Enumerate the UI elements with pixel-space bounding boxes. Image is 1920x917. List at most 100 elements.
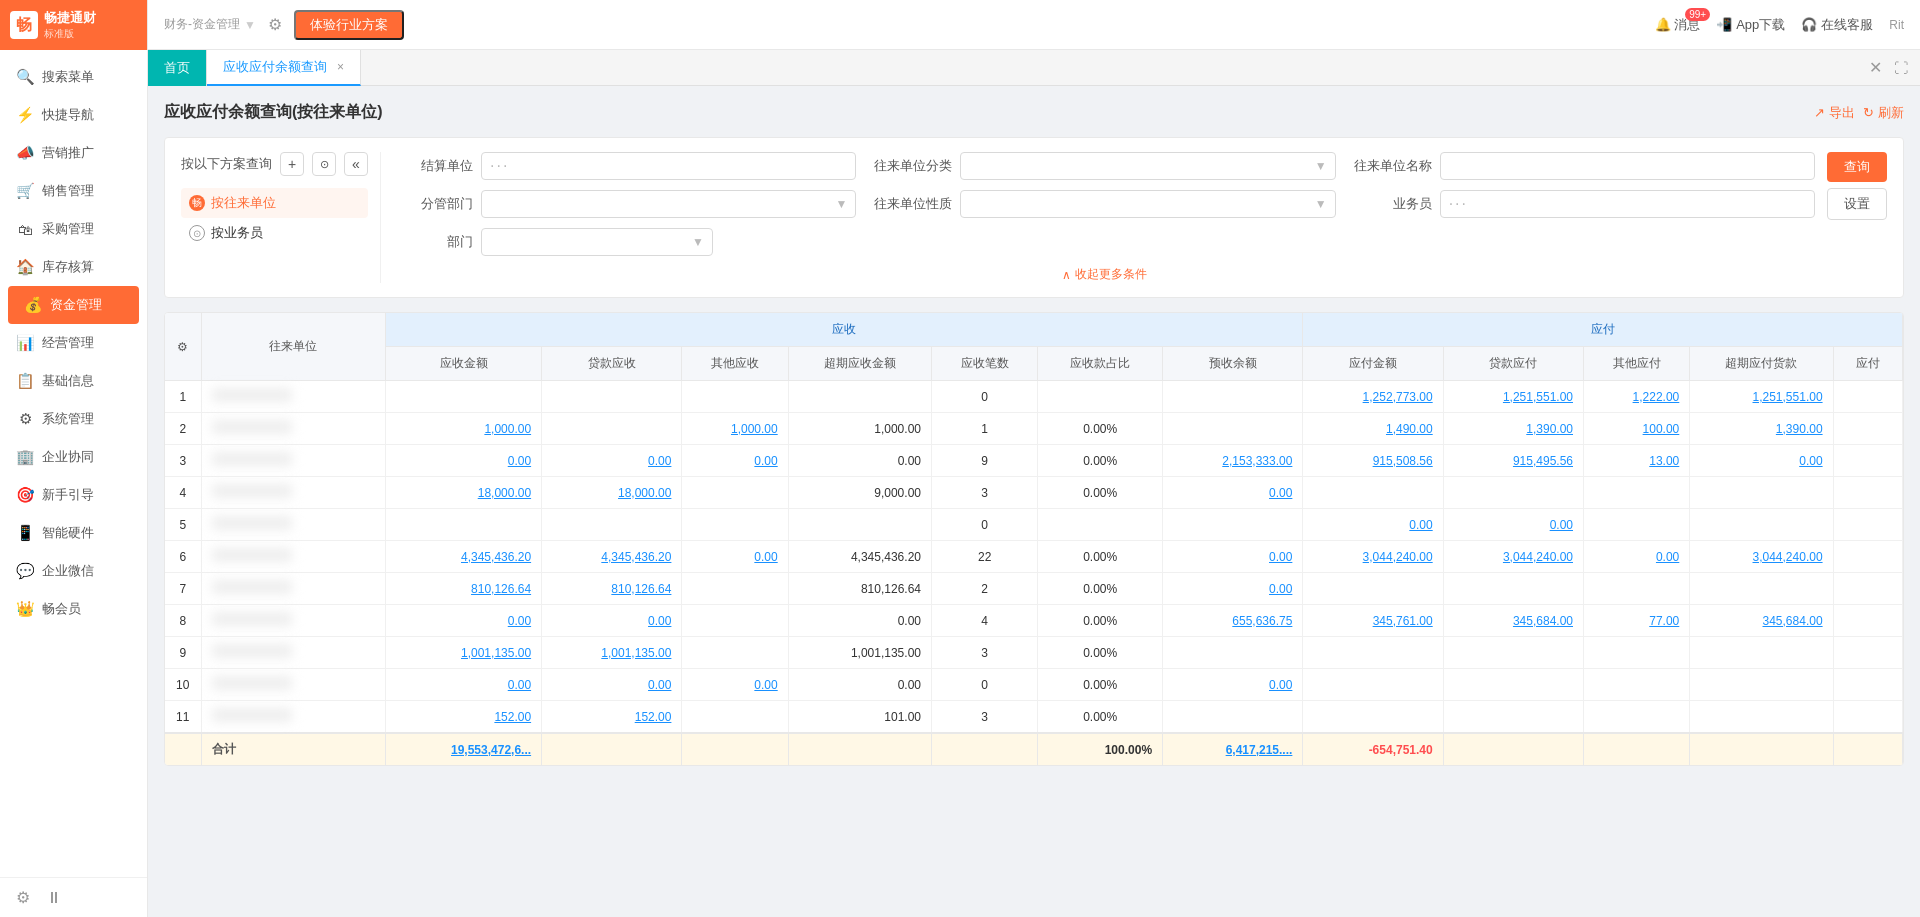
row-ar-loan[interactable]: 0.00 xyxy=(542,669,682,701)
sidebar-settings-icon[interactable]: ⚙ xyxy=(16,888,30,907)
row-ap-other[interactable]: 100.00 xyxy=(1584,413,1690,445)
row-ap-amount[interactable] xyxy=(1303,669,1443,701)
row-ar-other[interactable]: 0.00 xyxy=(682,669,788,701)
row-ap-overdue[interactable] xyxy=(1690,573,1833,605)
row-ap-loan[interactable]: 1,390.00 xyxy=(1443,413,1583,445)
tab-receivable[interactable]: 应收应付余额查询 × xyxy=(207,50,361,86)
row-ap-loan[interactable] xyxy=(1443,477,1583,509)
row-ap-overdue[interactable] xyxy=(1690,477,1833,509)
row-ar-loan[interactable] xyxy=(542,509,682,541)
row-ar-prepay[interactable]: 0.00 xyxy=(1163,541,1303,573)
scheme-by-salesperson[interactable]: ⊙ 按业务员 xyxy=(181,218,368,248)
row-ar-amount[interactable]: 0.00 xyxy=(386,605,542,637)
row-ap-amount[interactable]: 3,044,240.00 xyxy=(1303,541,1443,573)
table-settings-icon[interactable]: ⚙ xyxy=(177,340,188,354)
row-ap-other[interactable] xyxy=(1584,573,1690,605)
row-ar-amount[interactable]: 0.00 xyxy=(386,669,542,701)
row-ap-overdue[interactable]: 1,251,551.00 xyxy=(1690,381,1833,413)
row-ar-amount[interactable]: 1,000.00 xyxy=(386,413,542,445)
row-ar-other[interactable]: 0.00 xyxy=(682,541,788,573)
row-ar-amount[interactable]: 4,345,436.20 xyxy=(386,541,542,573)
row-ar-prepay[interactable]: 0.00 xyxy=(1163,573,1303,605)
footer-ar-total[interactable]: 19,553,472,6... xyxy=(386,733,542,765)
row-ar-loan[interactable]: 0.00 xyxy=(542,605,682,637)
add-scheme-button[interactable]: + xyxy=(280,152,304,176)
row-ar-loan[interactable]: 4,345,436.20 xyxy=(542,541,682,573)
dept-input[interactable]: ▼ xyxy=(481,228,713,256)
row-ar-loan[interactable]: 810,126.64 xyxy=(542,573,682,605)
sidebar-item-marketing[interactable]: 📣 营销推广 xyxy=(0,134,147,172)
row-ap-amount[interactable]: 915,508.56 xyxy=(1303,445,1443,477)
set-button[interactable]: 设置 xyxy=(1827,188,1887,220)
row-ap-other[interactable] xyxy=(1584,509,1690,541)
row-ap-loan[interactable]: 345,684.00 xyxy=(1443,605,1583,637)
row-ap-amount[interactable]: 345,761.00 xyxy=(1303,605,1443,637)
row-ap-other[interactable] xyxy=(1584,669,1690,701)
window-close-icon[interactable]: ✕ xyxy=(1869,58,1882,77)
row-ar-amount[interactable]: 18,000.00 xyxy=(386,477,542,509)
sidebar-item-finance[interactable]: 💰 资金管理 xyxy=(8,286,139,324)
tab-close-icon[interactable]: × xyxy=(337,60,344,74)
sidebar-item-guide[interactable]: 🎯 新手引导 xyxy=(0,476,147,514)
row-ap-overdue[interactable] xyxy=(1690,637,1833,669)
row-ar-prepay[interactable]: 0.00 xyxy=(1163,669,1303,701)
row-ap-overdue[interactable]: 3,044,240.00 xyxy=(1690,541,1833,573)
row-ar-loan[interactable] xyxy=(542,381,682,413)
user-name[interactable]: Rit xyxy=(1889,18,1904,32)
sidebar-item-quicknav[interactable]: ⚡ 快捷导航 xyxy=(0,96,147,134)
row-ap-amount[interactable] xyxy=(1303,477,1443,509)
salesperson-input[interactable]: ··· xyxy=(1440,190,1815,218)
app-download-link[interactable]: 📲 App下载 xyxy=(1716,16,1785,34)
sidebar-item-operations[interactable]: 📊 经营管理 xyxy=(0,324,147,362)
scheme-by-unit[interactable]: 畅 按往来单位 xyxy=(181,188,368,218)
row-ap-other[interactable]: 77.00 xyxy=(1584,605,1690,637)
row-ar-loan[interactable] xyxy=(542,413,682,445)
row-ar-other[interactable] xyxy=(682,381,788,413)
row-ap-other[interactable] xyxy=(1584,477,1690,509)
row-ap-amount[interactable]: 1,490.00 xyxy=(1303,413,1443,445)
sidebar-item-baseinfo[interactable]: 📋 基础信息 xyxy=(0,362,147,400)
row-ar-prepay[interactable] xyxy=(1163,381,1303,413)
query-button[interactable]: 查询 xyxy=(1827,152,1887,182)
sidebar-item-purchase[interactable]: 🛍 采购管理 xyxy=(0,210,147,248)
sidebar-collapse-icon[interactable]: ⏸ xyxy=(46,889,62,907)
row-ar-other[interactable] xyxy=(682,701,788,734)
row-ap-loan[interactable] xyxy=(1443,669,1583,701)
scheme-settings-icon[interactable]: ⊙ xyxy=(312,152,336,176)
row-ap-amount[interactable]: 0.00 xyxy=(1303,509,1443,541)
row-ar-amount[interactable]: 152.00 xyxy=(386,701,542,734)
tab-home[interactable]: 首页 xyxy=(148,50,207,86)
promo-button[interactable]: 体验行业方案 xyxy=(294,10,404,40)
message-button[interactable]: 🔔 消息 99+ xyxy=(1655,16,1701,34)
row-ap-loan[interactable] xyxy=(1443,701,1583,734)
row-ap-loan[interactable]: 915,495.56 xyxy=(1443,445,1583,477)
export-button[interactable]: ↗ 导出 xyxy=(1814,104,1855,122)
row-ap-overdue[interactable]: 345,684.00 xyxy=(1690,605,1833,637)
row-ap-amount[interactable] xyxy=(1303,573,1443,605)
row-ar-prepay[interactable] xyxy=(1163,413,1303,445)
row-ar-other[interactable]: 1,000.00 xyxy=(682,413,788,445)
sidebar-item-wechat[interactable]: 💬 企业微信 xyxy=(0,552,147,590)
row-ar-prepay[interactable]: 655,636.75 xyxy=(1163,605,1303,637)
row-ap-other[interactable] xyxy=(1584,701,1690,734)
row-ar-loan[interactable]: 18,000.00 xyxy=(542,477,682,509)
row-ar-prepay[interactable]: 2,153,333.00 xyxy=(1163,445,1303,477)
sidebar-item-warehouse[interactable]: 🏠 库存核算 xyxy=(0,248,147,286)
online-service-link[interactable]: 🎧 在线客服 xyxy=(1801,16,1873,34)
sidebar-item-search[interactable]: 🔍 搜索菜单 xyxy=(0,58,147,96)
row-ap-loan[interactable] xyxy=(1443,573,1583,605)
topbar-settings-icon[interactable]: ⚙ xyxy=(268,15,282,34)
sidebar-item-sales[interactable]: 🛒 销售管理 xyxy=(0,172,147,210)
row-ar-other[interactable] xyxy=(682,605,788,637)
row-ap-overdue[interactable] xyxy=(1690,669,1833,701)
row-ar-amount[interactable]: 1,001,135.00 xyxy=(386,637,542,669)
settle-unit-input[interactable]: ··· xyxy=(481,152,856,180)
row-ar-other[interactable]: 0.00 xyxy=(682,445,788,477)
row-ar-other[interactable] xyxy=(682,637,788,669)
row-ar-prepay[interactable] xyxy=(1163,701,1303,734)
row-ap-amount[interactable] xyxy=(1303,701,1443,734)
row-ap-overdue[interactable] xyxy=(1690,701,1833,734)
row-ar-prepay[interactable]: 0.00 xyxy=(1163,477,1303,509)
row-ap-loan[interactable]: 1,251,551.00 xyxy=(1443,381,1583,413)
row-ar-other[interactable] xyxy=(682,573,788,605)
